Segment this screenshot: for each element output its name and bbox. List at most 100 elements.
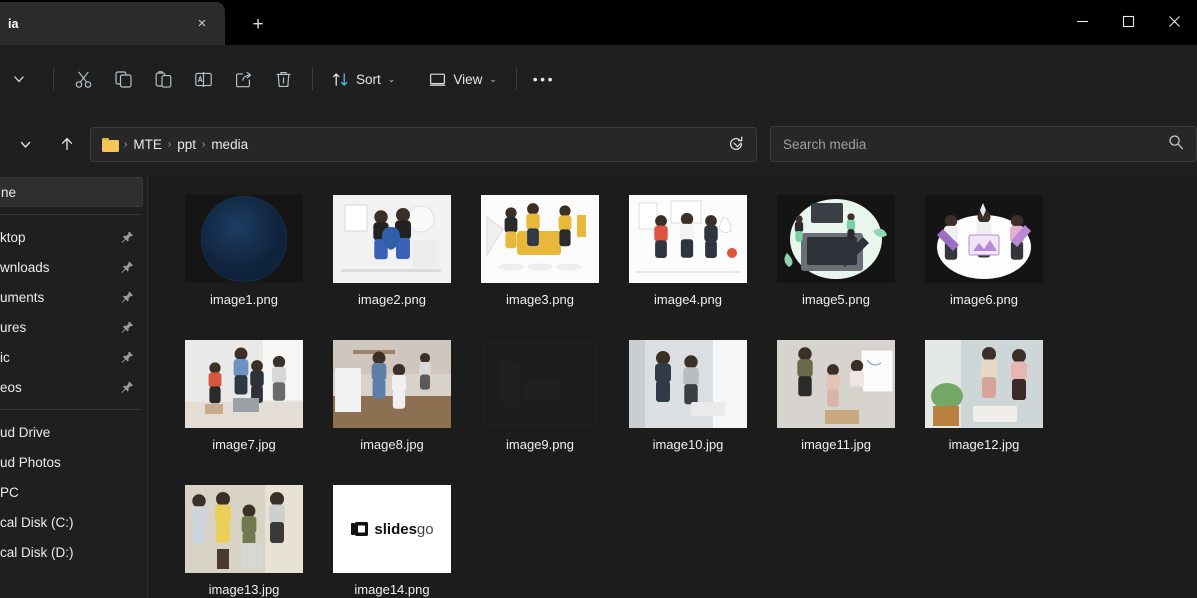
sidebar-item-label: ud Photos (0, 455, 61, 470)
file-tile[interactable]: image4.png (614, 185, 762, 330)
toolbar-divider-2 (312, 68, 313, 90)
file-grid: image1.png image2.png image3.png (170, 185, 1197, 598)
file-name-label: image12.jpg (949, 437, 1020, 452)
file-name-label: image2.png (358, 292, 426, 307)
file-thumbnail (481, 340, 599, 428)
view-button[interactable]: View ⌄ (419, 63, 507, 95)
title-bar: ia × + (0, 0, 1197, 45)
sidebar-item-label: ic (0, 350, 10, 365)
file-tile[interactable]: image12.jpg (910, 330, 1058, 475)
file-tile[interactable]: image8.jpg (318, 330, 466, 475)
file-name-label: image7.jpg (212, 437, 276, 452)
share-icon[interactable] (223, 62, 263, 96)
sidebar-item-label: cal Disk (D:) (0, 545, 74, 560)
file-tile[interactable]: image11.jpg (762, 330, 910, 475)
file-tile[interactable]: image10.jpg (614, 330, 762, 475)
up-level-icon[interactable] (50, 128, 84, 160)
sidebar-item-label: PC (0, 485, 19, 500)
sidebar-divider-line (0, 409, 142, 410)
file-thumbnail (777, 195, 895, 283)
file-name-label: image10.jpg (653, 437, 724, 452)
sidebar-item-5[interactable]: ic (0, 342, 143, 372)
sidebar-item-7[interactable]: ud Drive (0, 417, 143, 447)
sidebar-item-8[interactable]: ud Photos (0, 447, 143, 477)
file-name-label: image4.png (654, 292, 722, 307)
sidebar-divider-line (0, 214, 142, 215)
file-thumbnail (481, 195, 599, 283)
file-name-label: image11.jpg (801, 437, 871, 452)
file-tile[interactable]: image9.png (466, 330, 614, 475)
file-tile[interactable]: image7.jpg (170, 330, 318, 475)
rename-icon[interactable] (183, 62, 223, 96)
file-name-label: image13.jpg (209, 582, 280, 597)
history-chevron-down-icon[interactable] (8, 128, 42, 160)
pin-icon (121, 231, 134, 244)
file-tile[interactable]: image2.png (318, 185, 466, 330)
breadcrumb-item-media[interactable]: media (206, 137, 253, 152)
command-bar: Sort ⌄ View ⌄ ••• (0, 45, 1197, 113)
file-name-label: image8.jpg (360, 437, 424, 452)
file-name-label: image9.png (506, 437, 574, 452)
pin-icon (121, 261, 134, 274)
sidebar-item-label: eos (0, 380, 22, 395)
file-thumbnail: slidesgo (333, 485, 451, 573)
more-options-button[interactable]: ••• (526, 63, 562, 95)
close-tab-icon[interactable]: × (189, 11, 215, 37)
search-box[interactable] (770, 126, 1197, 162)
sidebar-item-2[interactable]: wnloads (0, 252, 143, 282)
file-name-label: image14.png (354, 582, 429, 597)
file-name-label: image5.png (802, 292, 870, 307)
copy-icon[interactable] (103, 62, 143, 96)
sidebar-item-9[interactable]: PC (0, 477, 143, 507)
sidebar-item-3[interactable]: uments (0, 282, 143, 312)
view-label: View (453, 72, 482, 87)
search-input[interactable] (783, 137, 1168, 152)
paste-icon[interactable] (143, 62, 183, 96)
sidebar-item-label: wnloads (0, 260, 50, 275)
sidebar-item-11[interactable]: cal Disk (D:) (0, 537, 143, 567)
sidebar-item-0[interactable]: ne (0, 177, 143, 207)
delete-icon[interactable] (263, 62, 303, 96)
file-tile[interactable]: image13.jpg (170, 475, 318, 598)
sidebar-item-label: cal Disk (C:) (0, 515, 74, 530)
file-tile[interactable]: image3.png (466, 185, 614, 330)
new-item-chevron-icon[interactable] (4, 62, 44, 96)
breadcrumb[interactable]: › MTE › ppt › media (90, 127, 757, 162)
sidebar-item-label: ktop (0, 230, 26, 245)
breadcrumb-item-ppt[interactable]: ppt (172, 137, 201, 152)
sort-button[interactable]: Sort ⌄ (322, 63, 405, 95)
navigation-sidebar[interactable]: ne ktop wnloads uments ures ic eos ud Drive ud P… (0, 175, 147, 598)
tab-title: ia (8, 17, 189, 31)
close-window-icon[interactable] (1151, 0, 1197, 42)
sidebar-item-4[interactable]: ures (0, 312, 143, 342)
sidebar-item-1[interactable]: ktop (0, 222, 143, 252)
file-name-label: image6.png (950, 292, 1018, 307)
pin-icon (121, 321, 134, 334)
file-tile[interactable]: slidesgo image14.png (318, 475, 466, 598)
sidebar-item-6[interactable]: eos (0, 372, 143, 402)
pin-icon (121, 381, 134, 394)
browser-tab[interactable]: ia × (0, 2, 225, 45)
file-tile[interactable]: image1.png (170, 185, 318, 330)
file-list-area[interactable]: image1.png image2.png image3.png (148, 175, 1197, 598)
sidebar-item-label: ne (1, 185, 16, 200)
file-thumbnail (925, 195, 1043, 283)
file-tile[interactable]: image6.png (910, 185, 1058, 330)
sidebar-item-10[interactable]: cal Disk (C:) (0, 507, 143, 537)
breadcrumb-item-mte[interactable]: MTE (128, 137, 167, 152)
file-explorer-window: ia × + (0, 0, 1197, 598)
file-tile[interactable]: image5.png (762, 185, 910, 330)
sort-label: Sort (356, 72, 381, 87)
slidesgo-wordmark: slidesgo (374, 521, 433, 538)
cut-icon[interactable] (63, 62, 103, 96)
file-name-label: image1.png (210, 292, 278, 307)
refresh-icon[interactable] (718, 127, 754, 161)
search-icon[interactable] (1168, 134, 1184, 155)
sidebar-item-label: ures (0, 320, 26, 335)
pin-icon (121, 351, 134, 364)
maximize-icon[interactable] (1105, 0, 1151, 42)
sidebar-item-label: ud Drive (0, 425, 50, 440)
file-thumbnail (333, 340, 451, 428)
minimize-icon[interactable] (1059, 0, 1105, 42)
new-tab-icon[interactable]: + (243, 10, 273, 38)
